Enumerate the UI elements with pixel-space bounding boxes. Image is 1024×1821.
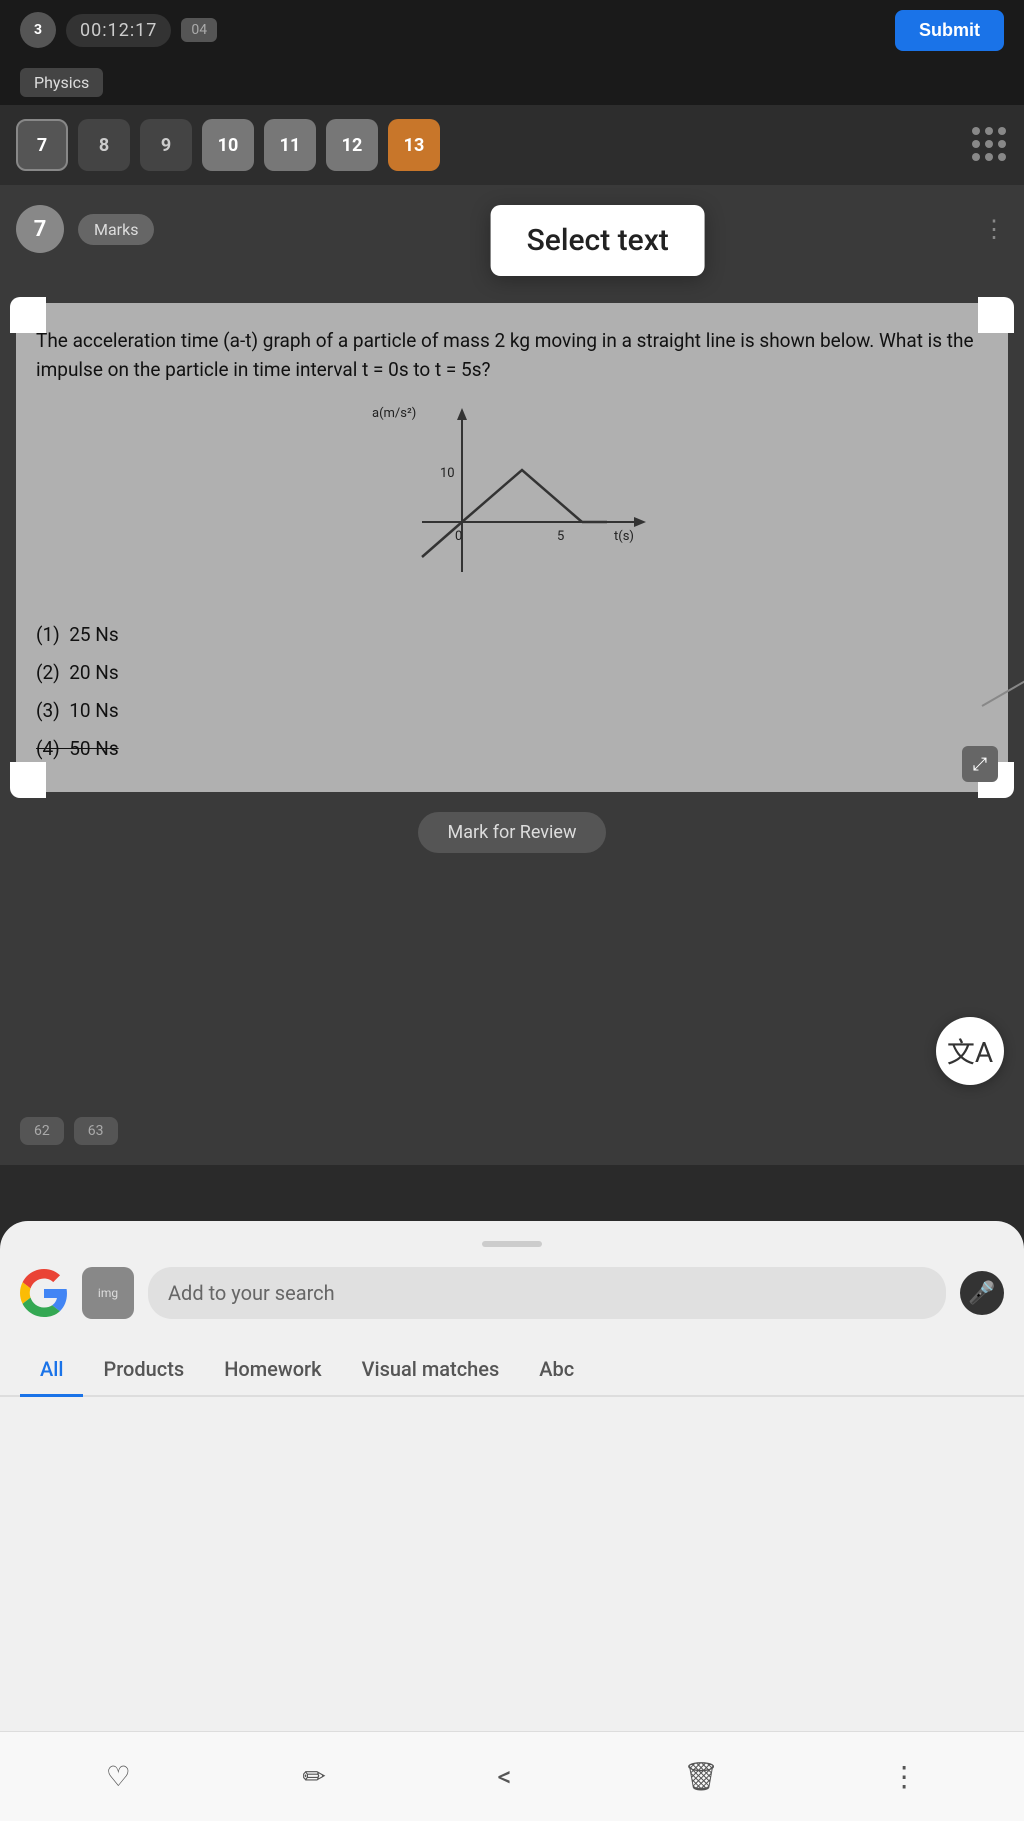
- corner-handle-tr: [978, 297, 1014, 333]
- marks-badge: Marks: [78, 214, 154, 245]
- heart-icon: ♡: [106, 1760, 131, 1793]
- nav-share[interactable]: <: [497, 1760, 511, 1793]
- search-screenshot-thumbnail: img: [82, 1267, 134, 1319]
- q-num-8[interactable]: 8: [78, 119, 130, 171]
- search-tabs: All Products Homework Visual matches Abc: [0, 1343, 1024, 1397]
- question-text: The acceleration time (a-t) graph of a p…: [36, 327, 988, 384]
- status-bar: 3 00:12:17 04 Submit: [0, 0, 1024, 60]
- question-numbers-bar: 7 8 9 10 11 12 13: [0, 105, 1024, 185]
- q-num-10[interactable]: 10: [202, 119, 254, 171]
- submit-button[interactable]: Submit: [895, 10, 1004, 51]
- svg-text:0: 0: [455, 529, 462, 544]
- tab-products[interactable]: Products: [83, 1343, 204, 1395]
- q-num-12[interactable]: 12: [326, 119, 378, 171]
- search-panel: img Add to your search 🎤 All Products Ho…: [0, 1221, 1024, 1821]
- corner-handle-tl: [10, 297, 46, 333]
- mark-review-area: Mark for Review: [16, 792, 1008, 863]
- svg-text:10: 10: [440, 466, 455, 481]
- answer-option-1[interactable]: (1) 25 Ns: [36, 616, 988, 654]
- status-circle: 3: [20, 12, 56, 48]
- trash-icon: 🗑: [683, 1760, 719, 1793]
- microphone-icon: 🎤: [968, 1281, 995, 1306]
- translate-icon: 文A: [947, 1031, 993, 1071]
- timer-badge: 00:12:17: [66, 14, 171, 47]
- search-row: img Add to your search 🎤: [0, 1267, 1024, 1319]
- tab-homework[interactable]: Homework: [204, 1343, 341, 1395]
- more-options-icon: ⋮: [890, 1760, 918, 1793]
- acceleration-time-graph: a(m/s²) 10 0 5 t(s): [362, 402, 662, 602]
- google-logo: [20, 1269, 68, 1317]
- q-num-13[interactable]: 13: [388, 119, 440, 171]
- question-card: The acceleration time (a-t) graph of a p…: [16, 303, 1008, 792]
- select-text-tooltip[interactable]: Select text: [491, 205, 705, 276]
- corner-handle-bl: [10, 762, 46, 798]
- status-left: 3 00:12:17 04: [20, 12, 217, 48]
- expand-button[interactable]: ⤢: [962, 746, 998, 782]
- dots-grid[interactable]: [972, 127, 1008, 163]
- nav-edit[interactable]: ✏: [302, 1760, 325, 1793]
- bottom-badge-1: 62: [20, 1117, 64, 1145]
- translate-button[interactable]: 文A: [936, 1017, 1004, 1085]
- answer-option-3[interactable]: (3) 10 Ns: [36, 692, 988, 730]
- main-area: 7 Marks ⋮ Select text The acceleration t…: [0, 185, 1024, 1165]
- nav-delete[interactable]: 🗑: [683, 1760, 719, 1793]
- svg-text:t(s): t(s): [614, 529, 634, 544]
- nav-more[interactable]: ⋮: [890, 1760, 918, 1793]
- microphone-button[interactable]: 🎤: [960, 1271, 1004, 1315]
- drag-handle[interactable]: [482, 1241, 542, 1247]
- svg-text:5: 5: [557, 529, 564, 544]
- question-more-options[interactable]: ⋮: [982, 215, 1008, 243]
- graph-container: a(m/s²) 10 0 5 t(s): [352, 402, 672, 602]
- question-number-circle: 7: [16, 205, 64, 253]
- svg-text:a(m/s²): a(m/s²): [372, 406, 416, 421]
- q-num-11[interactable]: 11: [264, 119, 316, 171]
- bottom-badges: 62 63: [20, 1117, 118, 1145]
- status-badge-small: 04: [181, 18, 217, 42]
- pencil-icon: ✏: [302, 1760, 325, 1793]
- bottom-badge-2: 63: [74, 1117, 118, 1145]
- share-icon: <: [497, 1760, 511, 1793]
- answer-option-2[interactable]: (2) 20 Ns: [36, 654, 988, 692]
- tab-all[interactable]: All: [20, 1343, 83, 1395]
- answer-option-4[interactable]: (4) 50 Ns: [36, 730, 988, 768]
- q-num-7[interactable]: 7: [16, 119, 68, 171]
- tab-abc[interactable]: Abc: [519, 1343, 594, 1395]
- subject-bar: Physics: [0, 60, 1024, 105]
- nav-heart[interactable]: ♡: [106, 1760, 131, 1793]
- answer-options: (1) 25 Ns (2) 20 Ns (3) 10 Ns (4) 50 Ns: [36, 616, 988, 768]
- search-input[interactable]: Add to your search: [148, 1267, 946, 1319]
- q-num-9[interactable]: 9: [140, 119, 192, 171]
- mark-review-button[interactable]: Mark for Review: [418, 812, 607, 853]
- tab-visual-matches[interactable]: Visual matches: [342, 1343, 520, 1395]
- subject-tag: Physics: [20, 68, 103, 97]
- bottom-nav: ♡ ✏ < 🗑 ⋮: [0, 1731, 1024, 1821]
